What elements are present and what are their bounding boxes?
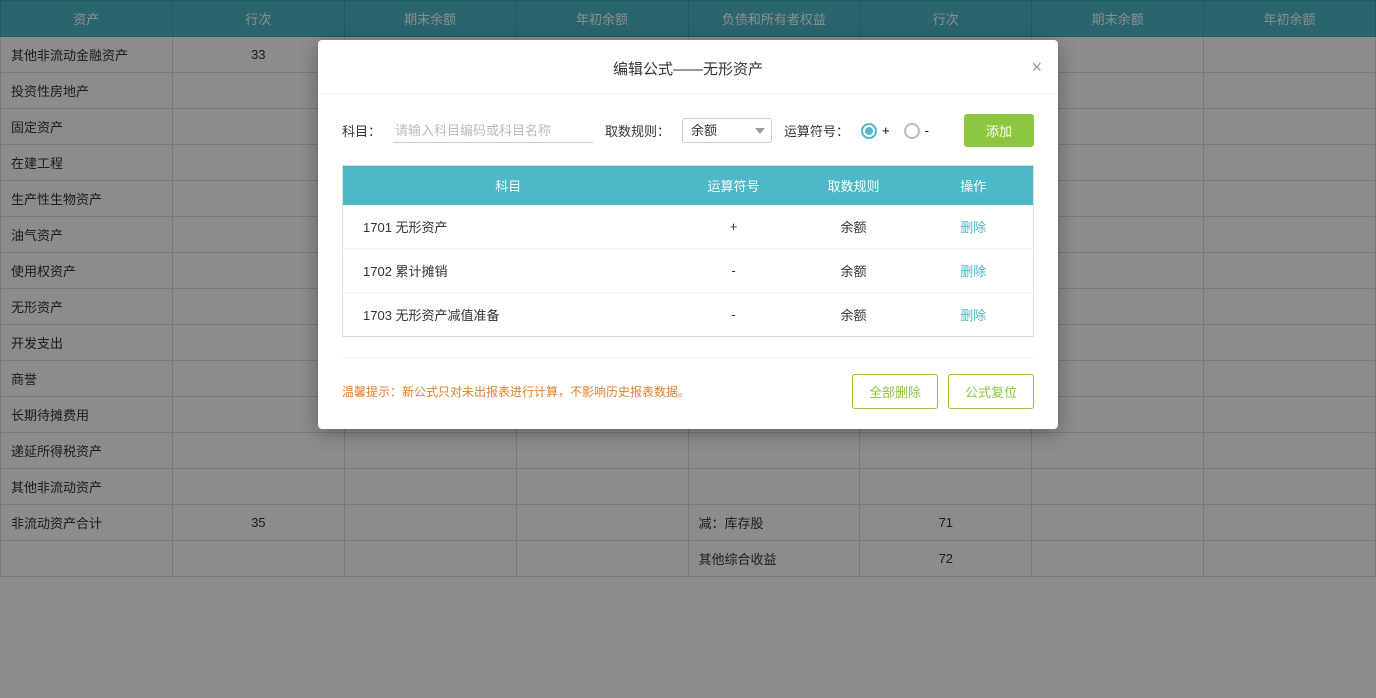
add-button[interactable]: 添加	[964, 114, 1034, 147]
table-row: 1702 累计摊销-余额 删除	[343, 249, 1034, 293]
tip-text: 温馨提示：新公式只对未出报表进行计算，不影响历史报表数据。	[342, 383, 690, 400]
formula-subject: 1702 累计摊销	[343, 249, 674, 293]
th-operator: 运算符号	[674, 166, 794, 206]
footer-buttons: 全部删除 公式复位	[852, 374, 1034, 409]
formula-operator: +	[674, 205, 794, 249]
radio-minus-circle	[904, 123, 920, 139]
formula-table: 科目 运算符号 取数规则 操作 1701 无形资产+余额删除1702 累计摊销-…	[342, 165, 1034, 337]
modal-title: 编辑公式——无形资产	[613, 61, 763, 78]
formula-subject: 1701 无形资产	[343, 205, 674, 249]
delete-all-button[interactable]: 全部删除	[852, 374, 938, 409]
formula-action: 删除	[914, 293, 1034, 337]
subject-input[interactable]	[393, 119, 593, 143]
delete-row-button[interactable]: 删除	[960, 217, 986, 236]
delete-row-button[interactable]: 删除	[960, 305, 986, 324]
reset-formula-button[interactable]: 公式复位	[948, 374, 1034, 409]
radio-plus-circle	[861, 123, 877, 139]
form-row: 科目： 取数规则： 余额 借方发生额 贷方发生额 运算符号： +	[342, 114, 1034, 147]
modal-header: 编辑公式——无形资产 ×	[318, 40, 1058, 94]
modal-body: 科目： 取数规则： 余额 借方发生额 贷方发生额 运算符号： +	[318, 94, 1058, 357]
radio-plus-label: +	[882, 123, 890, 138]
formula-rule: 余额	[794, 205, 914, 249]
radio-minus[interactable]: -	[904, 123, 929, 139]
delete-row-button[interactable]: 删除	[960, 261, 986, 280]
modal-overlay: 编辑公式——无形资产 × 科目： 取数规则： 余额 借方发生额 贷方发生额 运算…	[0, 0, 1376, 698]
table-row: 1701 无形资产+余额 删除	[343, 205, 1034, 249]
formula-operator: -	[674, 249, 794, 293]
formula-subject: 1703 无形资产减值准备	[343, 293, 674, 337]
subject-label: 科目：	[342, 121, 381, 140]
modal-footer: 温馨提示：新公式只对未出报表进行计算，不影响历史报表数据。 全部删除 公式复位	[318, 358, 1058, 429]
operator-label: 运算符号：	[784, 121, 849, 140]
operator-radio-group: + -	[861, 123, 929, 139]
th-action: 操作	[914, 166, 1034, 206]
radio-plus[interactable]: +	[861, 123, 890, 139]
rule-label: 取数规则：	[605, 121, 670, 140]
formula-action: 删除	[914, 249, 1034, 293]
formula-operator: -	[674, 293, 794, 337]
rule-select[interactable]: 余额 借方发生额 贷方发生额	[682, 118, 772, 143]
formula-rule: 余额	[794, 293, 914, 337]
radio-minus-label: -	[925, 123, 929, 138]
modal-dialog: 编辑公式——无形资产 × 科目： 取数规则： 余额 借方发生额 贷方发生额 运算…	[318, 40, 1058, 429]
close-button[interactable]: ×	[1031, 58, 1042, 76]
formula-rule: 余额	[794, 249, 914, 293]
th-rule: 取数规则	[794, 166, 914, 206]
th-subject: 科目	[343, 166, 674, 206]
formula-action: 删除	[914, 205, 1034, 249]
table-row: 1703 无形资产减值准备-余额 删除	[343, 293, 1034, 337]
rule-select-group: 余额 借方发生额 贷方发生额	[682, 118, 772, 143]
